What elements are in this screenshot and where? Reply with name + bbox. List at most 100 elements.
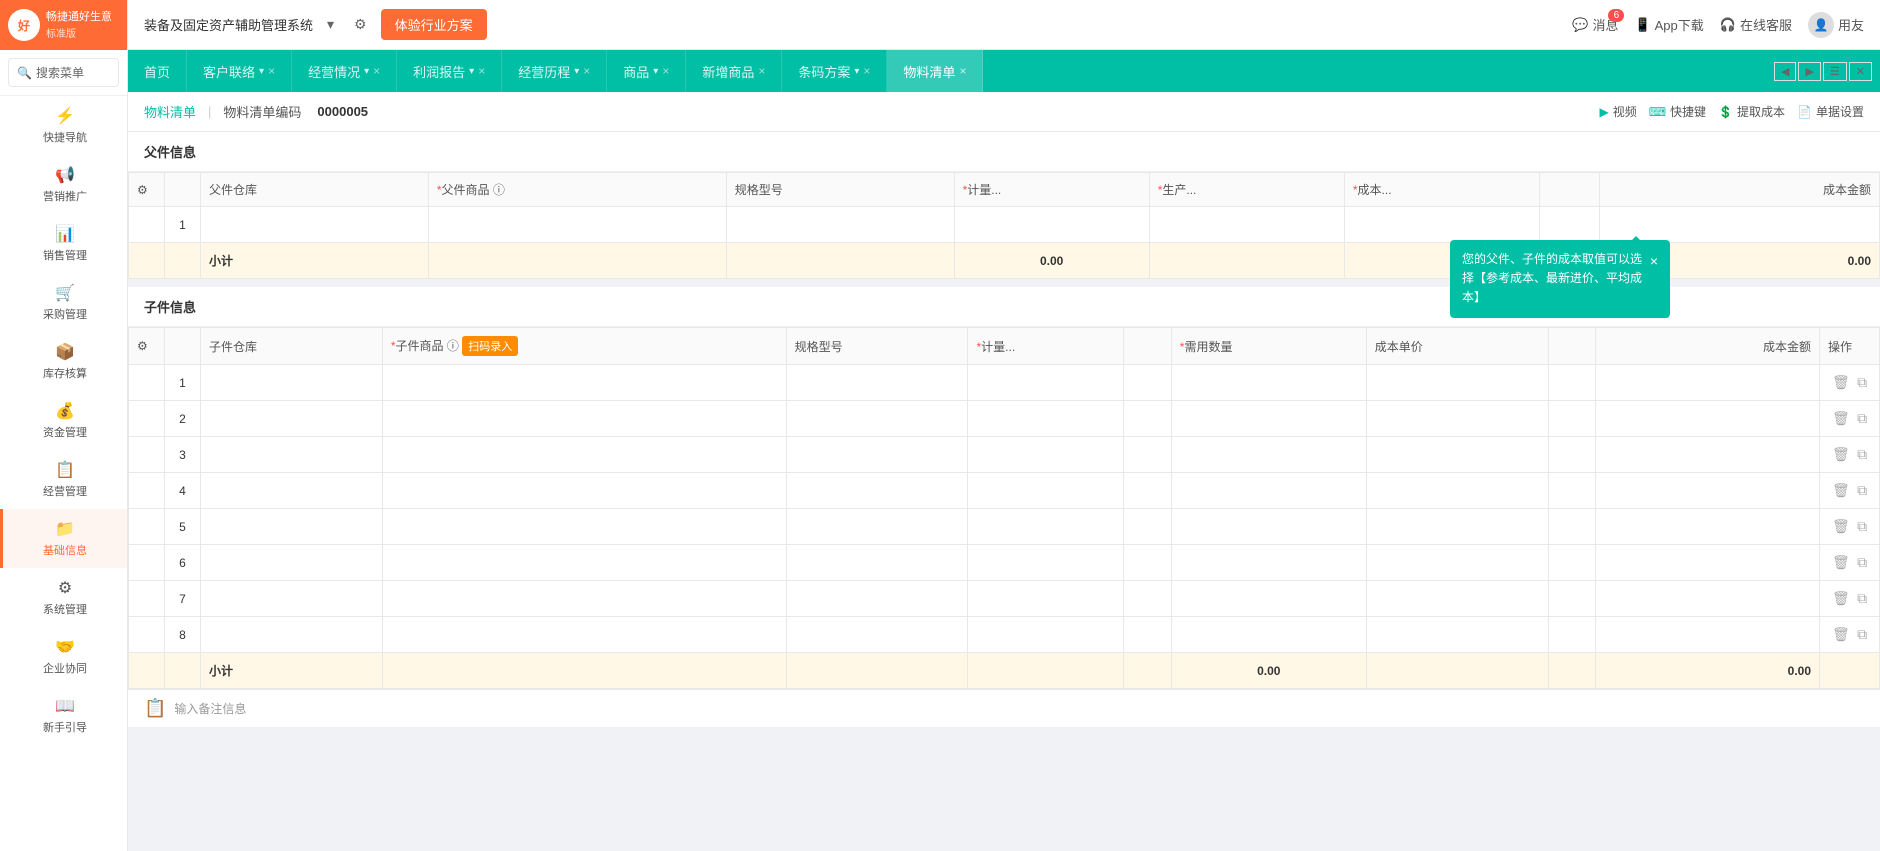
tab-bom[interactable]: 物料清单 × [887, 50, 983, 92]
tab-close-all-button[interactable]: ✕ [1849, 62, 1872, 81]
message-badge: 6 [1608, 9, 1624, 22]
action-settings[interactable]: 📄 单据设置 [1797, 103, 1864, 120]
user-menu-button[interactable]: 👤 用友 [1808, 12, 1864, 38]
tab-history[interactable]: 经营历程 ▾ × [502, 50, 607, 92]
tab-newprod-close[interactable]: × [758, 64, 765, 78]
child-r6-copy[interactable]: ⧉ [1857, 554, 1867, 570]
tab-profit[interactable]: 利润报告 ▾ × [397, 50, 502, 92]
message-button[interactable]: 💬 消息 6 [1572, 15, 1618, 34]
child-r3-copy[interactable]: ⧉ [1857, 446, 1867, 462]
topbar-left: 装备及固定资产辅助管理系统 ▾ ⚙ 体验行业方案 [144, 9, 487, 40]
tab-customer[interactable]: 客户联络 ▾ × [187, 50, 292, 92]
tab-barcode-close[interactable]: × [863, 64, 870, 78]
tab-home[interactable]: 首页 [128, 50, 187, 92]
child-r8-delete[interactable]: 🗑 [1832, 626, 1850, 642]
sidebar-item-purchase[interactable]: 🛒 采购管理 [0, 273, 127, 332]
search-menu-button[interactable]: 🔍 搜索菜单 [8, 58, 119, 87]
child-r3-product[interactable] [382, 437, 786, 473]
sidebar-item-operations[interactable]: 📋 经营管理 [0, 450, 127, 509]
child-r5-delete[interactable]: 🗑 [1832, 518, 1850, 534]
child-r6-delete[interactable]: 🗑 [1832, 554, 1850, 570]
parent-row1-unit[interactable] [954, 207, 1149, 243]
child-r1-actions: 🗑 ⧉ [1820, 365, 1880, 401]
child-r2-warehouse[interactable] [201, 401, 383, 437]
child-r4-copy[interactable]: ⧉ [1857, 482, 1867, 498]
parent-subtotal-qty: 0.00 [954, 243, 1149, 279]
tab-ops-close[interactable]: × [373, 64, 380, 78]
child-section: 子件信息 ⚙ 子件仓库 *子件商品 ⓘ 扫码录入 规格型号 *计量. [128, 287, 1880, 689]
tab-customer-close[interactable]: × [268, 64, 275, 78]
child-r3-warehouse[interactable] [201, 437, 383, 473]
child-r1-unit[interactable] [968, 365, 1124, 401]
trial-button[interactable]: 体验行业方案 [381, 9, 487, 40]
child-r1-price-s [1548, 365, 1596, 401]
child-col-actions: 操作 [1820, 328, 1880, 365]
child-r1-warehouse[interactable] [201, 365, 383, 401]
parent-row1-warehouse[interactable] [201, 207, 429, 243]
parent-row1-produce[interactable] [1149, 207, 1344, 243]
message-icon: 💬 [1572, 17, 1588, 33]
sidebar-item-cooperation[interactable]: 🤝 企业协同 [0, 627, 127, 686]
tab-prev-button[interactable]: ◀ [1774, 62, 1796, 81]
child-r7-delete[interactable]: 🗑 [1832, 590, 1850, 606]
sidebar-item-marketing[interactable]: 📢 营销推广 [0, 155, 127, 214]
operations-icon: 📋 [55, 460, 75, 480]
child-r2-product[interactable] [382, 401, 786, 437]
sidebar-item-newguide[interactable]: 📖 新手引导 [0, 686, 127, 745]
child-r1-copy[interactable]: ⧉ [1857, 374, 1867, 390]
tab-menu-button[interactable]: ☰ [1823, 62, 1847, 81]
parent-row1-spec[interactable] [726, 207, 954, 243]
app-download-button[interactable]: 📱 App下载 [1634, 15, 1703, 34]
child-r2-spec[interactable] [786, 401, 968, 437]
settings-button[interactable]: ⚙ [348, 12, 373, 37]
page-code: 0000005 [317, 104, 368, 119]
child-col-settings[interactable]: ⚙ [129, 328, 165, 365]
online-service-button[interactable]: 🎧 在线客服 [1720, 15, 1792, 34]
scan-input-button[interactable]: 扫码录入 [462, 336, 518, 356]
child-r2-qty[interactable] [1171, 401, 1366, 437]
parent-row1-amount [1599, 207, 1879, 243]
parent-row1-cost[interactable] [1344, 207, 1539, 243]
action-cost[interactable]: 💲 提取成本 [1718, 103, 1785, 120]
child-r8-copy[interactable]: ⧉ [1857, 626, 1867, 642]
tooltip-close-button[interactable]: × [1650, 250, 1658, 272]
action-shortcut[interactable]: ⌨ 快捷键 [1649, 103, 1706, 120]
child-r7-copy[interactable]: ⧉ [1857, 590, 1867, 606]
sidebar-item-sales[interactable]: 📊 销售管理 [0, 214, 127, 273]
tab-operations[interactable]: 经营情况 ▾ × [292, 50, 397, 92]
tab-prod-close[interactable]: × [662, 64, 669, 78]
tab-ops-arrow: ▾ [364, 66, 369, 77]
child-r2-unit[interactable] [968, 401, 1124, 437]
action-video[interactable]: ▶ 视频 [1599, 103, 1636, 120]
tab-profit-close[interactable]: × [478, 64, 485, 78]
sidebar-item-inventory[interactable]: 📦 库存核算 [0, 332, 127, 391]
child-r2-delete[interactable]: 🗑 [1832, 410, 1850, 426]
tab-product[interactable]: 商品 ▾ × [607, 50, 686, 92]
parent-col-settings[interactable]: ⚙ [129, 173, 165, 207]
child-r4-delete[interactable]: 🗑 [1832, 482, 1850, 498]
child-r1-price[interactable] [1366, 365, 1548, 401]
parent-section-title: 父件信息 [128, 132, 1880, 172]
tab-next-button[interactable]: ▶ [1798, 62, 1820, 81]
child-row-6: 6 🗑 ⧉ [129, 545, 1880, 581]
child-r1-spec[interactable] [786, 365, 968, 401]
page-header: 物料清单 | 物料清单编码 0000005 ▶ 视频 ⌨ 快捷键 💲 [128, 92, 1880, 132]
child-r2-copy[interactable]: ⧉ [1857, 410, 1867, 426]
parent-subtotal-c3 [1149, 243, 1344, 279]
child-r5-copy[interactable]: ⧉ [1857, 518, 1867, 534]
parent-row1-product[interactable] [428, 207, 726, 243]
sidebar-item-basicinfo[interactable]: 📁 基础信息 [0, 509, 127, 568]
tab-hist-close[interactable]: × [583, 64, 590, 78]
child-r1-product[interactable] [382, 365, 786, 401]
dropdown-arrow-button[interactable]: ▾ [321, 12, 340, 37]
child-r2-price[interactable] [1366, 401, 1548, 437]
child-r3-delete[interactable]: 🗑 [1832, 446, 1850, 462]
sidebar-item-quicknav[interactable]: ⚡ 快捷导航 [0, 96, 127, 155]
sidebar-item-system[interactable]: ⚙ 系统管理 [0, 568, 127, 627]
tab-bom-close[interactable]: × [959, 64, 966, 78]
tab-new-product[interactable]: 新增商品 × [686, 50, 782, 92]
tab-barcode[interactable]: 条码方案 ▾ × [782, 50, 887, 92]
sidebar-item-finance[interactable]: 💰 资金管理 [0, 391, 127, 450]
child-r1-qty[interactable] [1171, 365, 1366, 401]
child-r1-delete[interactable]: 🗑 [1832, 374, 1850, 390]
